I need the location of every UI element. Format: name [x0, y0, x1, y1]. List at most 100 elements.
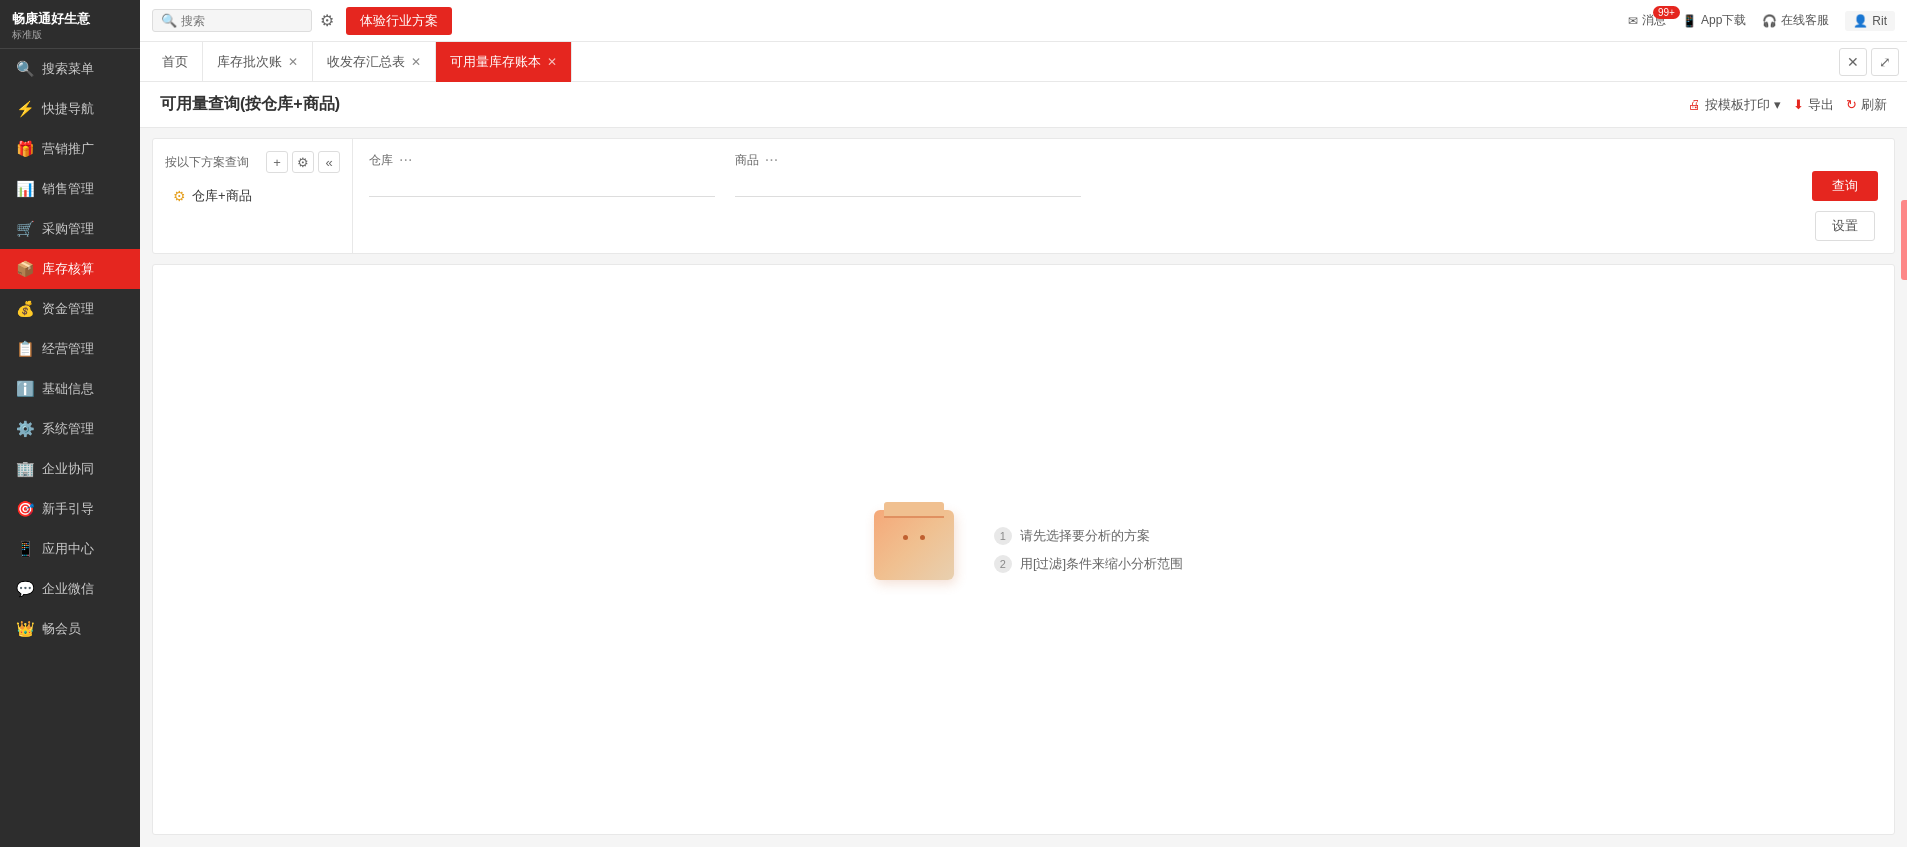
topbar-search-box[interactable]: 🔍	[152, 9, 312, 32]
page-header-actions: 🖨 按模板打印 ▾ ⬇ 导出 ↻ 刷新	[1688, 96, 1887, 114]
product-more-button[interactable]: ···	[765, 151, 778, 169]
sidebar-nav: 🔍搜索菜单 ⚡ 快捷导航 🎁营销推广📊销售管理 🛒 采购管理 📦 库存核算 💰资金管理📋经营管理…	[0, 49, 140, 847]
print-button[interactable]: 🖨 按模板打印 ▾	[1688, 96, 1781, 114]
topbar: 🔍 ⚙ 体验行业方案 ✉ 消息 99+ 📱 App下载 🎧 在线客服 👤 Rit	[140, 0, 1907, 42]
sidebar-item-inventory[interactable]: 📦 库存核算	[0, 249, 140, 289]
trial-button[interactable]: 体验行业方案	[346, 7, 452, 35]
filter-panel: 按以下方案查询 + ⚙ « ⚙ 仓库+商品 仓库 ···	[152, 138, 1895, 254]
sidebar-item-enterprise[interactable]: 🏢 企业协同	[0, 449, 140, 489]
sidebar-item-system[interactable]: ⚙️系统管理	[0, 409, 140, 449]
left-eye	[903, 535, 908, 540]
tab-home[interactable]: 首页	[148, 42, 203, 82]
filter-product-label: 商品 ···	[735, 151, 1081, 169]
filter-btn-group: 查询 设置	[1812, 151, 1878, 241]
app-title: 畅康通好生意	[12, 10, 128, 28]
user-menu[interactable]: 👤 Rit	[1845, 11, 1895, 31]
tab-available-ledger[interactable]: 可用量库存账本 ✕	[436, 42, 572, 82]
filter-scheme-panel: 按以下方案查询 + ⚙ « ⚙ 仓库+商品	[153, 139, 353, 253]
sidebar-item-sales[interactable]: 📊销售管理	[0, 169, 140, 209]
sidebar-label-inventory: 库存核算	[42, 260, 94, 278]
sidebar-label-finance: 资金管理	[42, 300, 94, 318]
hint-num-2: 2	[994, 555, 1012, 573]
sidebar-item-guide[interactable]: 🎯新手引导	[0, 489, 140, 529]
tab-recv-summary[interactable]: 收发存汇总表 ✕	[313, 42, 436, 82]
sidebar-icon-purchase: 🛒	[16, 220, 34, 238]
sidebar-icon-member: 👑	[16, 620, 34, 638]
sidebar-label-member: 畅会员	[42, 620, 81, 638]
refresh-button[interactable]: ↻ 刷新	[1846, 96, 1887, 114]
sidebar-item-wechat[interactable]: 💬企业微信	[0, 569, 140, 609]
sidebar-label-enterprise: 企业协同	[42, 460, 94, 478]
sidebar-label-purchase: 采购管理	[42, 220, 94, 238]
sidebar-label-sales: 销售管理	[42, 180, 94, 198]
empty-state-inner: 1 请先选择要分析的方案 2 用[过滤]条件来缩小分析范围	[864, 500, 1183, 600]
message-button[interactable]: ✉ 消息 99+	[1628, 12, 1666, 29]
message-icon: ✉	[1628, 14, 1638, 28]
filter-fields: 仓库 ··· 商品 ··· 查询 设置	[353, 139, 1894, 253]
add-scheme-button[interactable]: +	[266, 151, 288, 173]
refresh-icon: ↻	[1846, 97, 1857, 112]
filter-product-field: 商品 ···	[735, 151, 1081, 197]
sidebar-icon-inventory: 📦	[16, 260, 34, 278]
product-input[interactable]	[735, 173, 1081, 197]
message-badge: 99+	[1653, 6, 1680, 19]
app-subtitle: 标准版	[12, 28, 128, 42]
tab-batch-ledger[interactable]: 库存批次账 ✕	[203, 42, 313, 82]
headset-icon: 🎧	[1762, 14, 1777, 28]
print-label: 按模板打印	[1705, 96, 1770, 114]
tab-recv-summary-close[interactable]: ✕	[411, 55, 421, 69]
warehouse-input[interactable]	[369, 173, 715, 197]
sidebar-item-finance[interactable]: 💰资金管理	[0, 289, 140, 329]
app-download-button[interactable]: 📱 App下载	[1682, 12, 1746, 29]
right-eye	[920, 535, 925, 540]
topbar-gear-icon[interactable]: ⚙	[320, 11, 334, 30]
sidebar-label-app_center: 应用中心	[42, 540, 94, 558]
sidebar-icon-shortcuts: ⚡	[16, 100, 34, 118]
sidebar-item-marketing_promo[interactable]: 🎁营销推广	[0, 129, 140, 169]
sidebar-item-shortcuts[interactable]: ⚡ 快捷导航	[0, 89, 140, 129]
filter-warehouse-label: 仓库 ···	[369, 151, 715, 169]
scheme-item-warehouse-product[interactable]: ⚙ 仓库+商品	[165, 181, 340, 211]
tab-close-all-button[interactable]: ✕	[1839, 48, 1867, 76]
main-area: 🔍 ⚙ 体验行业方案 ✉ 消息 99+ 📱 App下载 🎧 在线客服 👤 Rit	[140, 0, 1907, 847]
empty-state: 1 请先选择要分析的方案 2 用[过滤]条件来缩小分析范围	[152, 264, 1895, 835]
print-chevron-icon[interactable]: ▾	[1774, 97, 1781, 112]
sidebar-item-purchase[interactable]: 🛒 采购管理	[0, 209, 140, 249]
sidebar-label-wechat: 企业微信	[42, 580, 94, 598]
query-button[interactable]: 查询	[1812, 171, 1878, 201]
tab-available-ledger-close[interactable]: ✕	[547, 55, 557, 69]
warehouse-more-button[interactable]: ···	[399, 151, 412, 169]
hint-2-text: 用[过滤]条件来缩小分析范围	[1020, 555, 1183, 573]
user-icon: 👤	[1853, 14, 1868, 28]
page-header: 可用量查询(按仓库+商品) 🖨 按模板打印 ▾ ⬇ 导出 ↻ 刷新	[140, 82, 1907, 128]
sidebar-label-search: 搜索菜单	[42, 60, 94, 78]
sidebar-item-member[interactable]: 👑 畅会员	[0, 609, 140, 649]
sidebar-item-basic_info[interactable]: ℹ️基础信息	[0, 369, 140, 409]
export-button[interactable]: ⬇ 导出	[1793, 96, 1834, 114]
filter-settings-button[interactable]: 设置	[1815, 211, 1875, 241]
tab-expand-button[interactable]: ⤢	[1871, 48, 1899, 76]
hint-num-1: 1	[994, 527, 1012, 545]
sidebar-label-shortcuts: 快捷导航	[42, 100, 94, 118]
sidebar-icon-guide: 🎯	[16, 500, 34, 518]
collapse-scheme-button[interactable]: «	[318, 151, 340, 173]
mobile-icon: 📱	[1682, 14, 1697, 28]
sidebar-label-basic_info: 基础信息	[42, 380, 94, 398]
sidebar-icon-operations: 📋	[16, 340, 34, 358]
settings-scheme-button[interactable]: ⚙	[292, 151, 314, 173]
username-label: Rit	[1872, 14, 1887, 28]
online-service-button[interactable]: 🎧 在线客服	[1762, 12, 1829, 29]
sidebar-item-search[interactable]: 🔍搜索菜单	[0, 49, 140, 89]
topbar-search-input[interactable]	[181, 14, 301, 28]
sidebar-icon-marketing_promo: 🎁	[16, 140, 34, 158]
sidebar-item-operations[interactable]: 📋经营管理	[0, 329, 140, 369]
print-icon: 🖨	[1688, 97, 1701, 112]
tab-batch-ledger-close[interactable]: ✕	[288, 55, 298, 69]
sidebar-icon-system: ⚙️	[16, 420, 34, 438]
warehouse-label-text: 仓库	[369, 152, 393, 169]
sidebar-icon-enterprise: 🏢	[16, 460, 34, 478]
tabs-bar: 首页 库存批次账 ✕ 收发存汇总表 ✕ 可用量库存账本 ✕ ✕ ⤢	[140, 42, 1907, 82]
hint-1-text: 请先选择要分析的方案	[1020, 527, 1150, 545]
filter-scheme-header: 按以下方案查询 + ⚙ «	[165, 151, 340, 173]
sidebar-item-app_center[interactable]: 📱应用中心	[0, 529, 140, 569]
